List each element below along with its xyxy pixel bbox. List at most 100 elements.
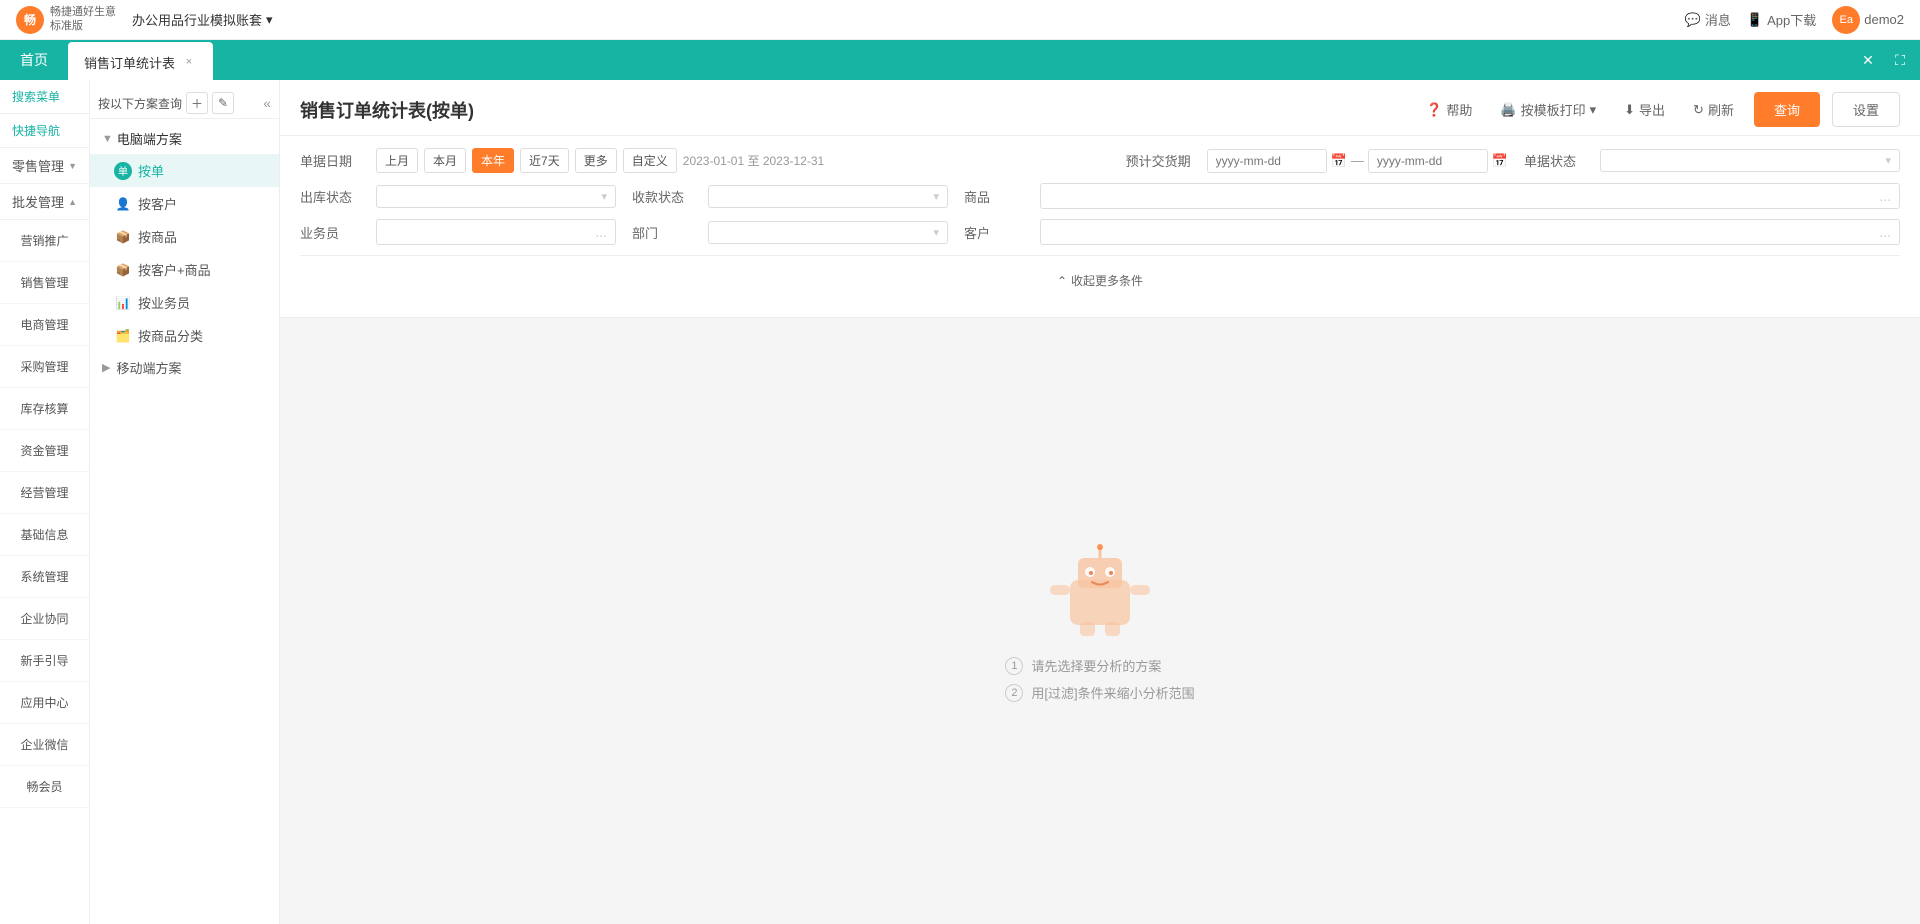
ship-status-select[interactable]: ▾: [376, 185, 616, 208]
scheme-by-goods-category[interactable]: 🗂️ 按商品分类: [90, 319, 279, 352]
app-download-btn[interactable]: 📱 App下载: [1747, 10, 1816, 29]
help-btn[interactable]: ❓ 帮助: [1418, 96, 1480, 123]
message-icon: 💬: [1685, 12, 1701, 28]
sidebar-item-wholesale[interactable]: 批发管理: [0, 184, 89, 220]
payment-status-select[interactable]: ▾: [708, 185, 948, 208]
date-custom-btn[interactable]: 自定义: [623, 148, 677, 173]
box2-icon: 📦: [114, 261, 132, 279]
settings-button[interactable]: 设置: [1832, 92, 1900, 127]
refresh-btn[interactable]: ↻ 刷新: [1685, 96, 1742, 123]
sidebar-item-newbie[interactable]: 新手引导: [0, 640, 89, 682]
payment-status-label: 收款状态: [632, 187, 692, 206]
sidebar-item-collab[interactable]: 企业协同: [0, 598, 89, 640]
status-label: 单据状态: [1524, 151, 1584, 170]
page-actions: ❓ 帮助 🖨️ 按模板打印 ▾ ⬇ 导出 ↻ 刷新: [1418, 92, 1900, 127]
expected-date-from[interactable]: [1207, 149, 1327, 173]
empty-tip-2: 2 用[过滤]条件来缩小分析范围: [1005, 683, 1194, 702]
sidebar-quick-nav[interactable]: 快捷导航: [0, 114, 89, 148]
date-this-year-btn[interactable]: 本年: [472, 148, 514, 173]
sidebar-item-retail[interactable]: 零售管理: [0, 148, 89, 184]
pc-group-header[interactable]: ▼ 电脑端方案: [90, 123, 279, 154]
filter-area: 单据日期 上月 本月 本年 近7天 更多 自定义 2023-01-01 至 20…: [280, 136, 1920, 318]
payment-select-arrow: ▾: [933, 190, 939, 203]
active-tab[interactable]: 销售订单统计表 ×: [68, 42, 213, 82]
sidebar-item-marketing[interactable]: 营销推广: [0, 220, 89, 262]
expected-date-to[interactable]: [1368, 149, 1488, 173]
calendar-icon-1[interactable]: 📅: [1331, 153, 1347, 169]
home-tab[interactable]: 首页: [0, 40, 68, 80]
user-area[interactable]: Ea demo2: [1832, 6, 1904, 34]
scheme-by-staff[interactable]: 📊 按业务员: [90, 286, 279, 319]
query-button[interactable]: 查询: [1754, 92, 1820, 127]
sidebar-item-sales[interactable]: 销售管理: [0, 262, 89, 304]
sidebar-item-purchase[interactable]: 采购管理: [0, 346, 89, 388]
sidebar-search[interactable]: 搜索菜单: [0, 80, 89, 114]
sidebar-item-operation[interactable]: 经营管理: [0, 472, 89, 514]
filter-row-1: 单据日期 上月 本月 本年 近7天 更多 自定义 2023-01-01 至 20…: [300, 148, 1900, 173]
date-last-month-btn[interactable]: 上月: [376, 148, 418, 173]
expected-date-label: 预计交货期: [1126, 151, 1191, 170]
scheme-by-goods[interactable]: 📦 按商品: [90, 220, 279, 253]
date-more-btn[interactable]: 更多: [575, 148, 617, 173]
sidebar-item-vip[interactable]: 畅会员: [0, 766, 89, 808]
department-select[interactable]: ▾: [708, 221, 948, 244]
top-bar-right: 💬 消息 📱 App下载 Ea demo2: [1685, 6, 1904, 34]
close-window-btn[interactable]: ✕: [1856, 48, 1880, 72]
filter-row-2: 出库状态 ▾ 收款状态 ▾ 商品 ...: [300, 183, 1900, 209]
date-group: 上月 本月 本年 近7天 更多 自定义 2023-01-01 至 2023-12…: [376, 148, 1110, 173]
tab-close-btn[interactable]: ×: [181, 54, 197, 70]
salesman-field[interactable]: ...: [376, 219, 616, 245]
goods-more-btn[interactable]: ...: [1879, 188, 1891, 204]
empty-tip-1: 1 请先选择要分析的方案: [1005, 656, 1194, 675]
sidebar-operation-label: 经营管理: [20, 484, 68, 501]
collapse-more-btn[interactable]: ⌃ 收起更多条件: [1057, 266, 1143, 295]
add-scheme-btn[interactable]: ＋: [186, 92, 208, 114]
sidebar-item-system[interactable]: 系统管理: [0, 556, 89, 598]
customer-more-btn[interactable]: ...: [1879, 224, 1891, 240]
edit-scheme-btn[interactable]: ✎: [212, 92, 234, 114]
help-icon: ❓: [1426, 102, 1442, 118]
sidebar-item-ecommerce[interactable]: 电商管理: [0, 304, 89, 346]
sidebar-item-wechat[interactable]: 企业微信: [0, 724, 89, 766]
mobile-group-label: 移动端方案: [116, 358, 181, 377]
export-icon: ⬇: [1624, 102, 1635, 118]
mobile-group[interactable]: ▶ 移动端方案: [90, 352, 279, 383]
export-btn[interactable]: ⬇ 导出: [1616, 96, 1673, 123]
collapse-panel-btn[interactable]: «: [263, 95, 271, 111]
scheme-by-order[interactable]: 单 按单: [90, 154, 279, 187]
scheme-label: 按单: [138, 161, 164, 180]
sidebar-item-basic[interactable]: 基础信息: [0, 514, 89, 556]
company-selector[interactable]: 办公用品行业模拟账套 ▾: [124, 6, 281, 33]
top-bar-left: 畅 畅捷通好生意 标准版 办公用品行业模拟账套 ▾: [16, 6, 281, 34]
empty-illustration: [1040, 540, 1160, 640]
sidebar-ecommerce-label: 电商管理: [20, 316, 68, 333]
messages-btn[interactable]: 💬 消息: [1685, 10, 1731, 29]
status-select[interactable]: ▾: [1600, 149, 1900, 172]
filter-row-3: 业务员 ... 部门 ▾ 客户 ...: [300, 219, 1900, 245]
top-bar: 畅 畅捷通好生意 标准版 办公用品行业模拟账套 ▾ 💬 消息 📱 App下载 E…: [0, 0, 1920, 40]
tip-num-2: 2: [1005, 684, 1023, 702]
date-this-month-btn[interactable]: 本月: [424, 148, 466, 173]
date-last7-btn[interactable]: 近7天: [520, 148, 569, 173]
sidebar-item-appstore[interactable]: 应用中心: [0, 682, 89, 724]
department-label: 部门: [632, 223, 692, 242]
sidebar-item-finance[interactable]: 资金管理: [0, 430, 89, 472]
logo-icon: 畅: [16, 6, 44, 34]
scheme-by-customer-goods[interactable]: 📦 按客户+商品: [90, 253, 279, 286]
date-range-display: 2023-01-01 至 2023-12-31: [683, 152, 824, 169]
scheme-by-customer[interactable]: 👤 按客户: [90, 187, 279, 220]
empty-tips: 1 请先选择要分析的方案 2 用[过滤]条件来缩小分析范围: [1005, 656, 1194, 702]
calendar-icon-2[interactable]: 📅: [1492, 153, 1508, 169]
customer-field[interactable]: ...: [1040, 219, 1900, 245]
results-area: 1 请先选择要分析的方案 2 用[过滤]条件来缩小分析范围: [280, 318, 1920, 924]
table-icon: 🗂️: [114, 327, 132, 345]
box-icon: 📦: [114, 228, 132, 246]
home-tab-label: 首页: [20, 50, 48, 70]
fullscreen-btn[interactable]: ⛶: [1888, 48, 1912, 72]
sidebar-basic-label: 基础信息: [20, 526, 68, 543]
export-label: 导出: [1639, 100, 1665, 119]
sidebar-item-inventory[interactable]: 库存核算: [0, 388, 89, 430]
salesman-more-btn[interactable]: ...: [595, 224, 607, 240]
template-print-btn[interactable]: 🖨️ 按模板打印 ▾: [1492, 96, 1604, 123]
goods-field[interactable]: ...: [1040, 183, 1900, 209]
